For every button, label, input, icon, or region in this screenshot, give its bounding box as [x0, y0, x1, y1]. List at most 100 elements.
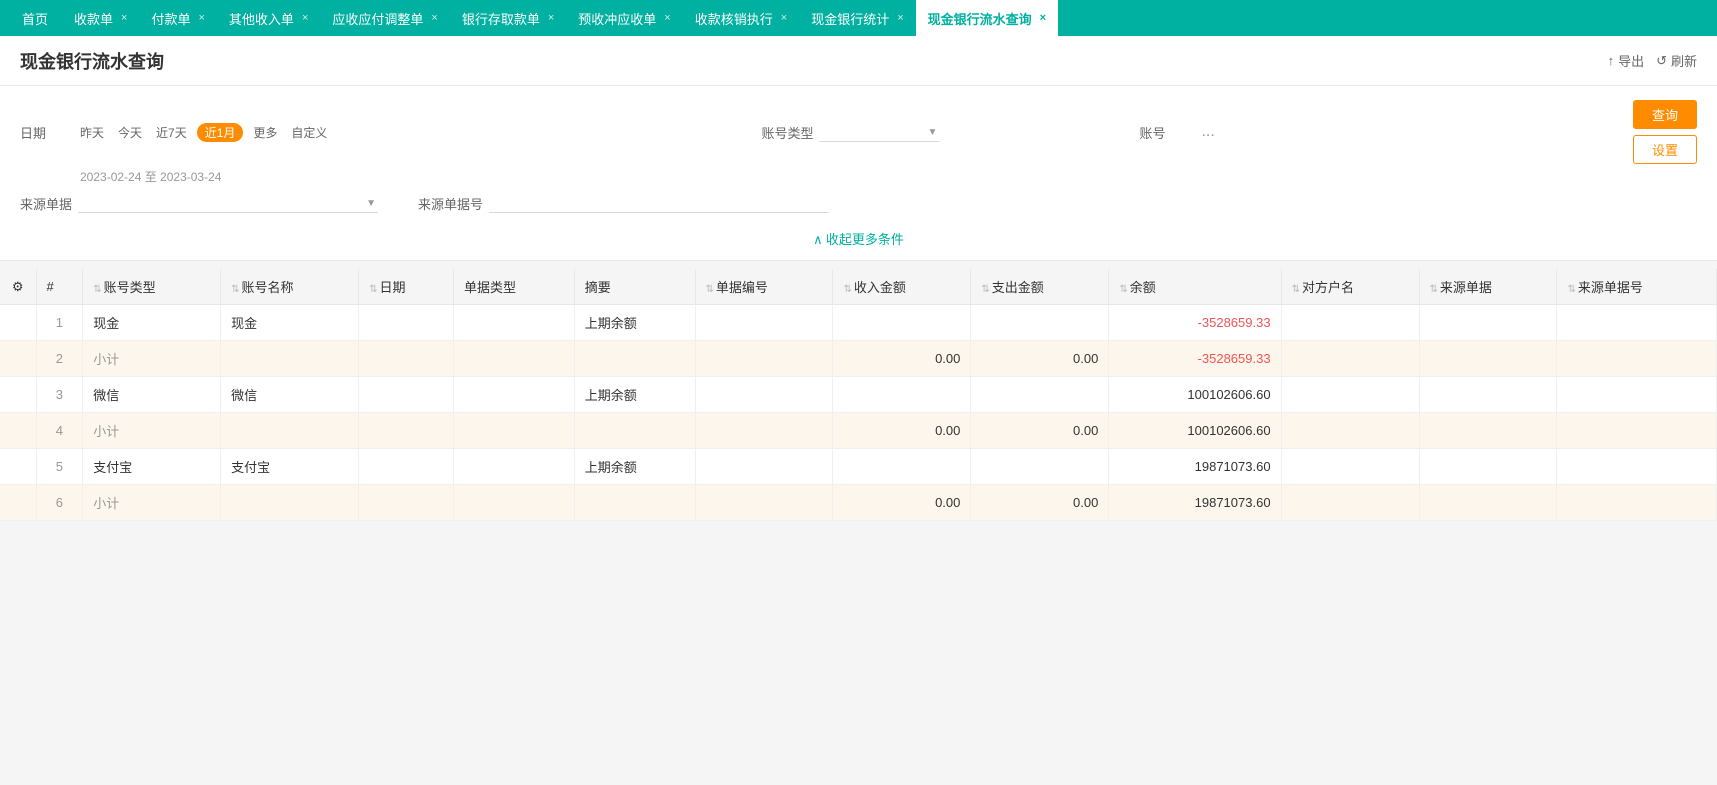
- col-source-doc[interactable]: ⇅来源单据: [1419, 269, 1557, 305]
- col-summary: 摘要: [574, 269, 695, 305]
- data-table: ⚙ # ⇅账号类型 ⇅账号名称 ⇅日期 单据类型 摘要 ⇅单据编号 ⇅收入金额 …: [0, 269, 1717, 521]
- table-row[interactable]: 3微信微信上期余额100102606.60: [0, 377, 1717, 413]
- close-icon[interactable]: ×: [664, 12, 670, 24]
- cell-balance: 100102606.60: [1109, 413, 1281, 449]
- date-btn-yesterday[interactable]: 昨天: [76, 123, 108, 142]
- col-gear[interactable]: ⚙: [0, 269, 36, 305]
- col-expense[interactable]: ⇅支出金额: [971, 269, 1109, 305]
- source-doc-select[interactable]: [78, 193, 378, 213]
- query-button[interactable]: 查询: [1633, 100, 1697, 129]
- cell-counterpart: [1281, 449, 1419, 485]
- cell-expense: 0.00: [971, 485, 1109, 521]
- refresh-icon: ↺: [1656, 53, 1667, 69]
- nav-item-yingshoutiaozheng[interactable]: 应收应付调整单 ×: [320, 0, 449, 36]
- date-btn-today[interactable]: 今天: [114, 123, 146, 142]
- cell-summary: [574, 413, 695, 449]
- nav-item-shoukuanzhixing[interactable]: 收款核销执行 ×: [683, 0, 799, 36]
- cell-date: [359, 377, 454, 413]
- cell-doc-no: [695, 449, 833, 485]
- cell-account-type: 小计: [83, 485, 221, 521]
- export-button[interactable]: ↑ 导出: [1608, 51, 1645, 70]
- nav-item-yinhangcunkuan[interactable]: 银行存取款单 ×: [450, 0, 566, 36]
- date-btn-1month[interactable]: 近1月: [197, 123, 244, 142]
- action-buttons: 查询 设置: [1633, 100, 1697, 164]
- cell-summary: [574, 485, 695, 521]
- col-account-type[interactable]: ⇅账号类型: [83, 269, 221, 305]
- collapse-bar[interactable]: ∧ 收起更多条件: [20, 223, 1697, 252]
- col-balance[interactable]: ⇅余额: [1109, 269, 1281, 305]
- settings-button[interactable]: 设置: [1633, 135, 1697, 164]
- source-doc-select-wrapper: ▼: [78, 193, 378, 213]
- cell-source-doc-no: [1557, 341, 1717, 377]
- account-label: 账号: [1139, 123, 1189, 142]
- cell-date: [359, 449, 454, 485]
- date-btn-7days[interactable]: 近7天: [152, 123, 191, 142]
- table-row[interactable]: 5支付宝支付宝上期余额19871073.60: [0, 449, 1717, 485]
- close-icon[interactable]: ×: [198, 12, 204, 24]
- cell-account-name: 现金: [221, 305, 359, 341]
- nav-item-yushouzhongyingshou[interactable]: 预收冲应收单 ×: [566, 0, 682, 36]
- source-doc-label: 来源单据: [20, 194, 72, 213]
- table-row[interactable]: 6小计0.000.0019871073.60: [0, 485, 1717, 521]
- table-row[interactable]: 4小计0.000.00100102606.60: [0, 413, 1717, 449]
- nav-item-xianjinliushui[interactable]: 现金银行流水查询 ×: [916, 0, 1058, 36]
- table-container: ⚙ # ⇅账号类型 ⇅账号名称 ⇅日期 单据类型 摘要 ⇅单据编号 ⇅收入金额 …: [0, 269, 1717, 521]
- nav-item-fukudan[interactable]: 付款单 ×: [139, 0, 216, 36]
- close-icon[interactable]: ×: [897, 12, 903, 24]
- cell-source-doc-no: [1557, 485, 1717, 521]
- col-account-name[interactable]: ⇅账号名称: [221, 269, 359, 305]
- cell-expense: 0.00: [971, 341, 1109, 377]
- close-icon[interactable]: ×: [121, 12, 127, 24]
- nav-item-shoudan[interactable]: 收款单 ×: [62, 0, 139, 36]
- date-range-display: 2023-02-24 至 2023-03-24: [80, 170, 221, 184]
- table-row[interactable]: 1现金现金上期余额-3528659.33: [0, 305, 1717, 341]
- cell-account-type: 现金: [83, 305, 221, 341]
- nav-item-qitashouru[interactable]: 其他收入单 ×: [217, 0, 320, 36]
- col-counterpart[interactable]: ⇅对方户名: [1281, 269, 1419, 305]
- date-filter-buttons: 昨天 今天 近7天 近1月 更多 自定义: [76, 123, 331, 142]
- cell-account-name: [221, 341, 359, 377]
- cell-source-doc: [1419, 305, 1557, 341]
- close-icon[interactable]: ×: [781, 12, 787, 24]
- cell-doc-no: [695, 377, 833, 413]
- close-icon[interactable]: ×: [302, 12, 308, 24]
- cell-date: [359, 305, 454, 341]
- cell-no: 4: [36, 413, 83, 449]
- cell-checkbox: [0, 305, 36, 341]
- top-nav: 首页 收款单 × 付款单 × 其他收入单 × 应收应付调整单 × 银行存取款单 …: [0, 0, 1717, 36]
- refresh-button[interactable]: ↺ 刷新: [1656, 51, 1697, 70]
- cell-date: [359, 413, 454, 449]
- export-icon: ↑: [1608, 53, 1615, 68]
- cell-checkbox: [0, 413, 36, 449]
- close-icon[interactable]: ×: [431, 12, 437, 24]
- cell-no: 3: [36, 377, 83, 413]
- cell-doc-type: [454, 449, 575, 485]
- col-source-doc-no[interactable]: ⇅来源单据号: [1557, 269, 1717, 305]
- nav-item-xianjinyinhangtonzji[interactable]: 现金银行统计 ×: [799, 0, 915, 36]
- cell-account-name: [221, 485, 359, 521]
- col-doc-type[interactable]: 单据类型: [454, 269, 575, 305]
- close-icon[interactable]: ×: [548, 12, 554, 24]
- account-dots-button[interactable]: ...: [1195, 121, 1220, 143]
- cell-balance: 100102606.60: [1109, 377, 1281, 413]
- cell-checkbox: [0, 377, 36, 413]
- table-row[interactable]: 2小计0.000.00-3528659.33: [0, 341, 1717, 377]
- cell-source-doc-no: [1557, 377, 1717, 413]
- account-type-select[interactable]: 现金 微信 支付宝: [819, 122, 939, 142]
- cell-account-type: 微信: [83, 377, 221, 413]
- cell-summary: [574, 341, 695, 377]
- date-btn-custom[interactable]: 自定义: [287, 123, 331, 142]
- cell-source-doc: [1419, 449, 1557, 485]
- cell-source-doc: [1419, 485, 1557, 521]
- col-date[interactable]: ⇅日期: [359, 269, 454, 305]
- date-btn-more[interactable]: 更多: [249, 123, 281, 142]
- cell-counterpart: [1281, 341, 1419, 377]
- source-doc-no-input[interactable]: [489, 193, 829, 213]
- cell-source-doc: [1419, 341, 1557, 377]
- close-icon[interactable]: ×: [1040, 12, 1046, 24]
- col-income[interactable]: ⇅收入金额: [833, 269, 971, 305]
- nav-home[interactable]: 首页: [8, 9, 62, 28]
- col-doc-no[interactable]: ⇅单据编号: [695, 269, 833, 305]
- cell-income: [833, 449, 971, 485]
- account-type-select-wrapper: 现金 微信 支付宝 ▼: [819, 122, 939, 142]
